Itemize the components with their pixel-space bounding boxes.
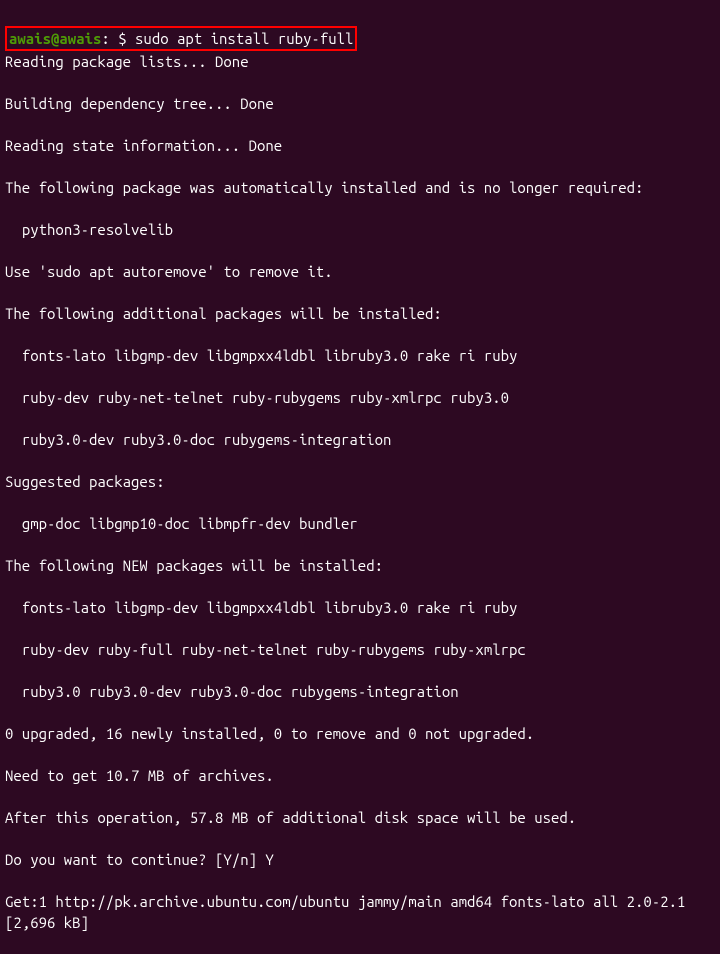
output-line: After this operation, 57.8 MB of additio… bbox=[5, 807, 715, 828]
output-line: fonts-lato libgmp-dev libgmpxx4ldbl libr… bbox=[5, 597, 715, 618]
output-line: Use 'sudo apt autoremove' to remove it. bbox=[5, 261, 715, 282]
command-text: sudo apt install ruby-full bbox=[135, 30, 353, 47]
terminal-output[interactable]: awais@awais: $ sudo apt install ruby-ful… bbox=[5, 5, 715, 954]
output-line: Suggested packages: bbox=[5, 471, 715, 492]
prompt-line: awais@awais: $ sudo apt install ruby-ful… bbox=[5, 26, 357, 51]
output-line: The following NEW packages will be insta… bbox=[5, 555, 715, 576]
user-host: awais@awais bbox=[9, 30, 101, 47]
output-line: ruby3.0-dev ruby3.0-doc rubygems-integra… bbox=[5, 429, 715, 450]
output-line: Reading package lists... Done bbox=[5, 51, 715, 72]
path-marker bbox=[110, 30, 118, 47]
output-line: Need to get 10.7 MB of archives. bbox=[5, 765, 715, 786]
output-line: ruby-dev ruby-full ruby-net-telnet ruby-… bbox=[5, 639, 715, 660]
output-line: 0 upgraded, 16 newly installed, 0 to rem… bbox=[5, 723, 715, 744]
output-line: Do you want to continue? [Y/n] Y bbox=[5, 849, 715, 870]
output-line: ruby-dev ruby-net-telnet ruby-rubygems r… bbox=[5, 387, 715, 408]
output-line: The following package was automatically … bbox=[5, 177, 715, 198]
output-line: ruby3.0 ruby3.0-dev ruby3.0-doc rubygems… bbox=[5, 681, 715, 702]
separator: : bbox=[101, 30, 109, 47]
output-line: Get:1 http://pk.archive.ubuntu.com/ubunt… bbox=[5, 891, 715, 933]
dollar-sign: $ bbox=[118, 30, 135, 47]
output-line: Building dependency tree... Done bbox=[5, 93, 715, 114]
output-line: gmp-doc libgmp10-doc libmpfr-dev bundler bbox=[5, 513, 715, 534]
output-line: fonts-lato libgmp-dev libgmpxx4ldbl libr… bbox=[5, 345, 715, 366]
output-line: Reading state information... Done bbox=[5, 135, 715, 156]
output-line: The following additional packages will b… bbox=[5, 303, 715, 324]
output-line: python3-resolvelib bbox=[5, 219, 715, 240]
